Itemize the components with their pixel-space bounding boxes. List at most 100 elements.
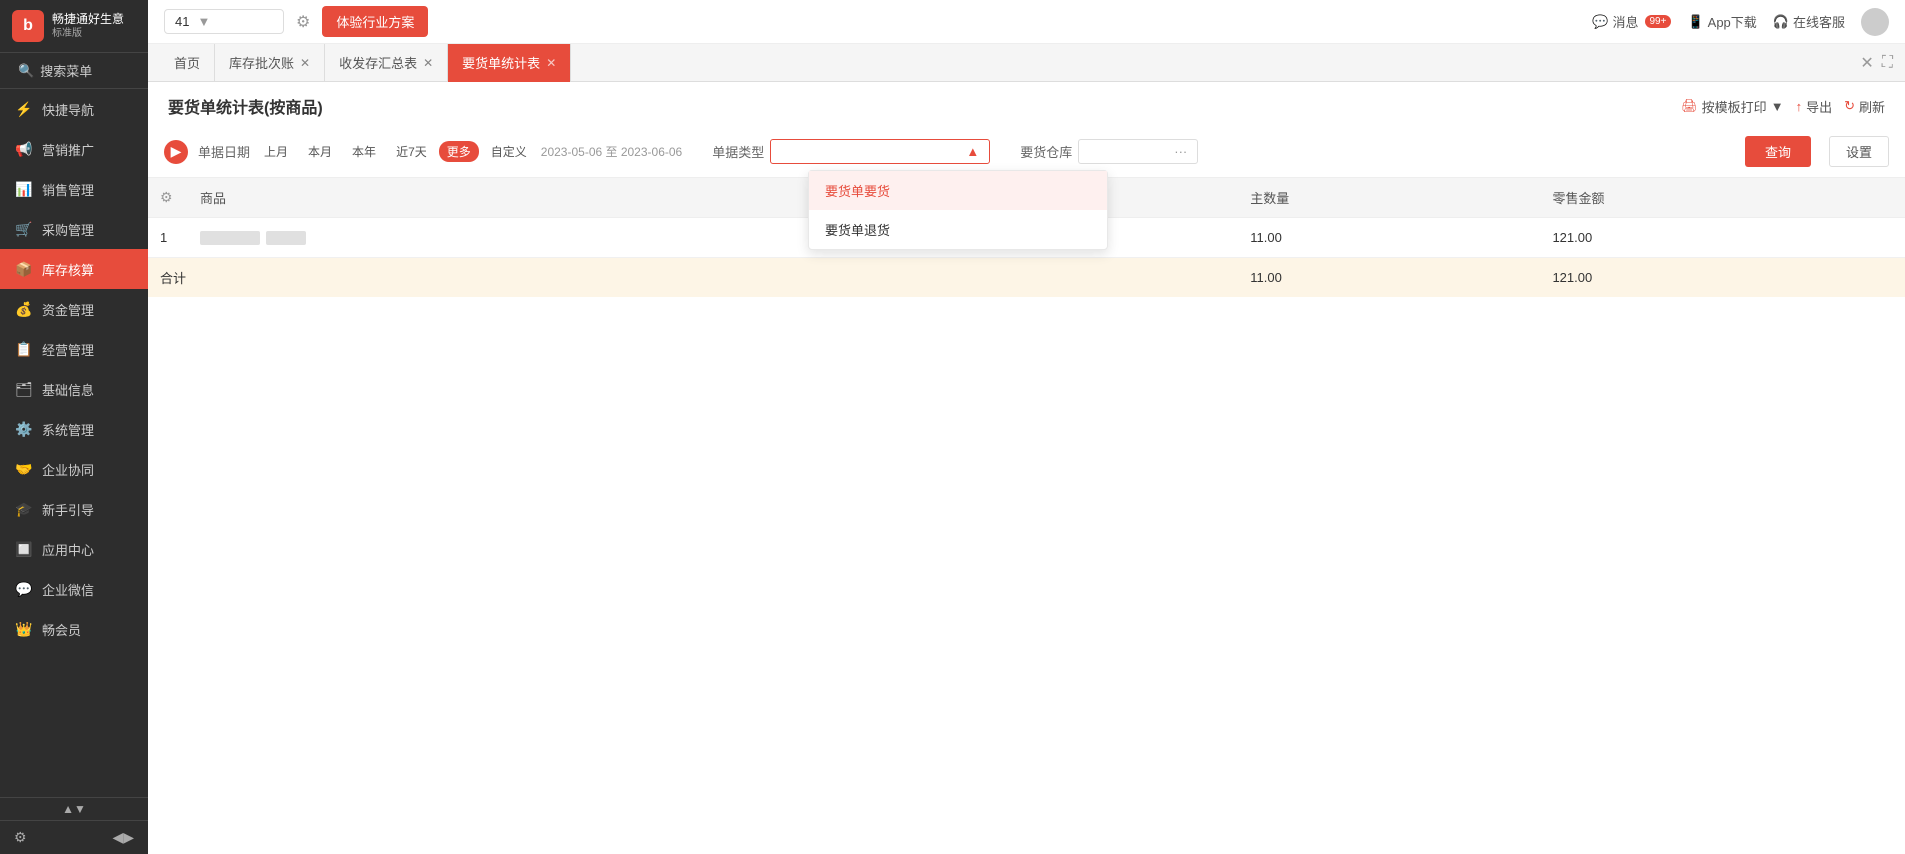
sidebar-item-member[interactable]: 👑 畅会员: [0, 609, 148, 649]
sidebar-item-purchase[interactable]: 🛒 采购管理: [0, 209, 148, 249]
purchase-icon: 🛒: [14, 219, 34, 239]
date-opt-custom[interactable]: 自定义: [483, 140, 535, 163]
sidebar-item-marketing[interactable]: 📢 营销推广: [0, 129, 148, 169]
tab-batch[interactable]: 库存批次账 ✕: [215, 44, 325, 82]
sidebar-item-basic[interactable]: 🗂 基础信息: [0, 369, 148, 409]
scroll-up-btn[interactable]: ▲: [62, 802, 74, 816]
sidebar-scroll: ▲ ▼: [0, 797, 148, 820]
tab-home[interactable]: 首页: [160, 44, 215, 82]
headset-icon: 🎧: [1773, 14, 1789, 30]
product-name-placeholder: [200, 231, 260, 245]
sidebar-item-system[interactable]: ⚙️ 系统管理: [0, 409, 148, 449]
tabs-expand-icon[interactable]: ⛶: [1882, 54, 1893, 72]
page-header: 要货单统计表(按商品) 🖨 按模板打印 ▼ ↑ 导出 ↻ 刷新: [148, 82, 1905, 126]
topbar-left: 41 ▼ ⚙ 体验行业方案: [164, 6, 428, 37]
enterprise-icon: 🤝: [14, 459, 34, 479]
col-amount: 零售金额: [1540, 178, 1905, 218]
sidebar-footer: ⚙ ◀▶: [0, 820, 148, 854]
search-icon: 🔍: [18, 63, 34, 79]
online-service-action[interactable]: 🎧 在线客服: [1773, 12, 1845, 31]
date-opt-last-month[interactable]: 上月: [256, 140, 296, 163]
tab-order-stats-close[interactable]: ✕: [546, 56, 556, 70]
topbar-gear-icon[interactable]: ⚙: [296, 12, 310, 32]
sidebar-item-newbie[interactable]: 🎓 新手引导: [0, 489, 148, 529]
refresh-icon: ↻: [1844, 98, 1855, 114]
tabs-end: ✕ ⛶: [1860, 53, 1893, 73]
page-content: 要货单统计表(按商品) 🖨 按模板打印 ▼ ↑ 导出 ↻ 刷新 ▶: [148, 82, 1905, 854]
app-center-icon: 🔲: [14, 539, 34, 559]
row-num: 1: [148, 218, 188, 258]
date-opt-more[interactable]: 更多: [439, 141, 479, 162]
tab-batch-close[interactable]: ✕: [300, 56, 310, 70]
col-product: 商品: [188, 178, 811, 218]
newbie-icon: 🎓: [14, 499, 34, 519]
settings-icon[interactable]: ⚙: [14, 829, 27, 846]
type-filter-label: 单据类型: [712, 142, 764, 161]
company-select-arrow: ▼: [197, 14, 210, 29]
scroll-down-btn[interactable]: ▼: [74, 802, 86, 816]
sidebar-item-inventory[interactable]: 📦 库存核算: [0, 249, 148, 289]
marketing-icon: 📢: [14, 139, 34, 159]
row-amount: 121.00: [1540, 218, 1905, 258]
tab-summary-close[interactable]: ✕: [423, 56, 433, 70]
date-options: 上月 本月 本年 近7天 更多 自定义: [256, 140, 535, 163]
column-settings-icon[interactable]: ⚙: [160, 189, 173, 205]
type-filter-up-arrow: ▲: [966, 144, 979, 159]
footer-qty: 11.00: [1238, 258, 1540, 298]
trial-button[interactable]: 体验行业方案: [322, 6, 428, 37]
print-button[interactable]: 🖨 按模板打印 ▼: [1681, 97, 1783, 116]
sidebar: b 畅捷通好生意 标准版 🔍 搜索菜单 ⚡ 快捷导航 📢 营销推广 📊 销售管理…: [0, 0, 148, 854]
sidebar-item-app-center[interactable]: 🔲 应用中心: [0, 529, 148, 569]
refresh-button[interactable]: ↻ 刷新: [1844, 97, 1885, 116]
tabs-bar: 首页 库存批次账 ✕ 收发存汇总表 ✕ 要货单统计表 ✕ ✕ ⛶: [148, 44, 1905, 82]
finance-icon: 💰: [14, 299, 34, 319]
type-filter-input[interactable]: ▲: [770, 139, 990, 164]
query-button[interactable]: 查询: [1745, 136, 1811, 167]
date-filter-label: 单据日期: [198, 142, 250, 161]
warehouse-filter-input[interactable]: ···: [1078, 139, 1198, 164]
date-opt-this-month[interactable]: 本月: [300, 140, 340, 163]
app-logo: b: [12, 10, 44, 42]
sidebar-header: b 畅捷通好生意 标准版: [0, 0, 148, 53]
export-button[interactable]: ↑ 导出: [1796, 97, 1833, 116]
notifications-action[interactable]: 💬 消息 99+: [1592, 12, 1671, 31]
sales-icon: 📊: [14, 179, 34, 199]
user-avatar[interactable]: [1861, 8, 1889, 36]
topbar: 41 ▼ ⚙ 体验行业方案 💬 消息 99+ 📱 App下载 🎧 在线客服: [148, 0, 1905, 44]
date-opt-last-7-days[interactable]: 近7天: [388, 140, 435, 163]
operations-icon: 📋: [14, 339, 34, 359]
dropdown-item-order-return[interactable]: 要货单退货: [809, 210, 1107, 249]
set-button[interactable]: 设置: [1829, 136, 1889, 167]
warehouse-filter-dots: ···: [1174, 144, 1187, 159]
filter-bar: ▶ 单据日期 上月 本月 本年 近7天 更多 自定义 2023-05-06 至 …: [148, 126, 1905, 178]
date-filter-group: 单据日期 上月 本月 本年 近7天 更多 自定义 2023-05-06 至 20…: [198, 140, 682, 163]
col-settings: ⚙: [148, 178, 188, 218]
sidebar-item-finance[interactable]: 💰 资金管理: [0, 289, 148, 329]
export-icon: ↑: [1796, 99, 1803, 114]
app-download-action[interactable]: 📱 App下载: [1687, 12, 1756, 31]
footer-unit: [811, 258, 1238, 298]
search-menu[interactable]: 🔍 搜索菜单: [0, 53, 148, 89]
dropdown-item-order-purchase[interactable]: 要货单要货: [809, 171, 1107, 210]
filter-expand-button[interactable]: ▶: [164, 140, 188, 164]
tab-summary[interactable]: 收发存汇总表 ✕: [325, 44, 448, 82]
page-title: 要货单统计表(按商品): [168, 94, 323, 118]
date-opt-this-year[interactable]: 本年: [344, 140, 384, 163]
collapse-icon[interactable]: ◀▶: [112, 829, 134, 846]
inventory-icon: 📦: [14, 259, 34, 279]
footer-label: 合计: [148, 258, 811, 298]
tabs-close-all-icon[interactable]: ✕: [1860, 53, 1873, 73]
company-select[interactable]: 41 ▼: [164, 9, 284, 34]
sidebar-item-enterprise[interactable]: 🤝 企业协同: [0, 449, 148, 489]
type-dropdown: 要货单要货 要货单退货: [808, 170, 1108, 250]
sidebar-nav: ⚡ 快捷导航 📢 营销推广 📊 销售管理 🛒 采购管理 📦 库存核算 💰 资金管…: [0, 89, 148, 797]
sidebar-item-wechat[interactable]: 💬 企业微信: [0, 569, 148, 609]
sidebar-item-sales[interactable]: 📊 销售管理: [0, 169, 148, 209]
system-icon: ⚙️: [14, 419, 34, 439]
page-actions: 🖨 按模板打印 ▼ ↑ 导出 ↻ 刷新: [1681, 97, 1885, 116]
date-range-display: 2023-05-06 至 2023-06-06: [541, 143, 682, 160]
row-product: [188, 218, 811, 258]
sidebar-item-shortcut[interactable]: ⚡ 快捷导航: [0, 89, 148, 129]
sidebar-item-operations[interactable]: 📋 经营管理: [0, 329, 148, 369]
tab-order-stats[interactable]: 要货单统计表 ✕: [448, 44, 571, 82]
